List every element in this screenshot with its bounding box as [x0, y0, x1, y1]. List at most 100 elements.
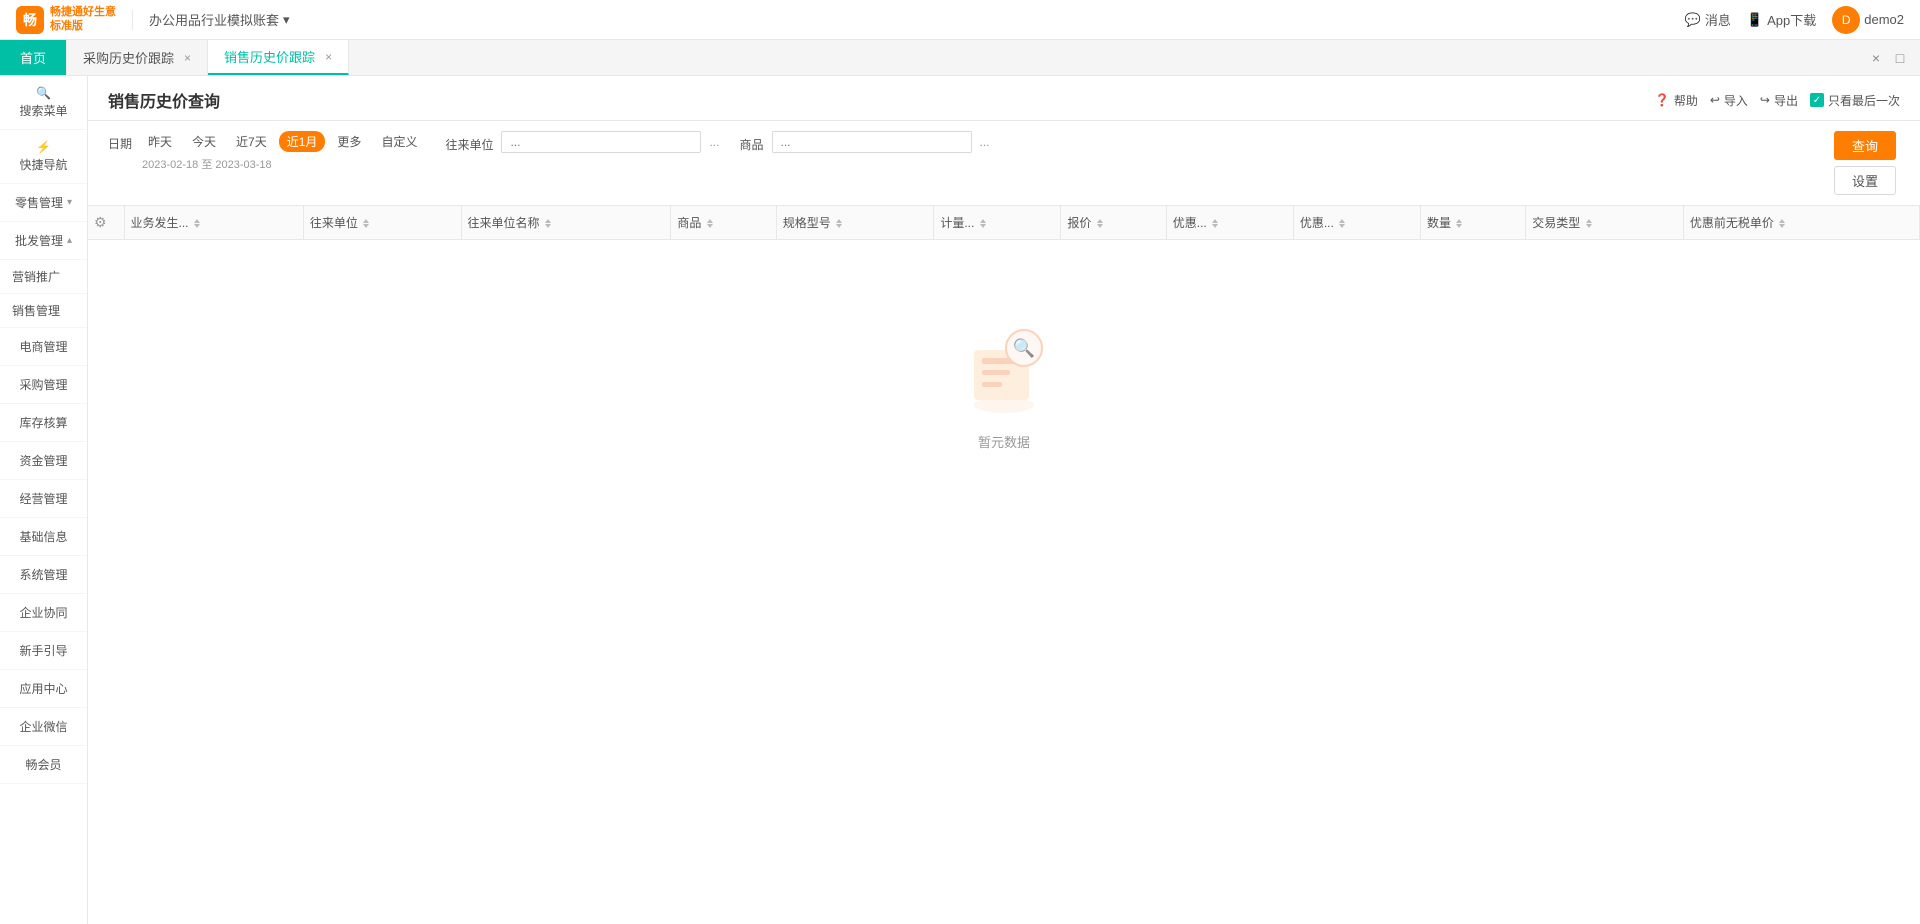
sort-icon-product — [707, 219, 713, 228]
retail-label: 零售管理 — [15, 194, 63, 211]
sidebar-item-guide[interactable]: 新手引导 — [0, 632, 87, 670]
th-spec[interactable]: 规格型号 — [776, 206, 934, 240]
sidebar-item-basic[interactable]: 基础信息 — [0, 518, 87, 556]
workspace-label: 办公用品行业模拟账套 — [149, 10, 279, 29]
empty-illustration: 🔍 — [954, 320, 1054, 420]
app-download-button[interactable]: 📱 App下载 — [1747, 10, 1816, 29]
message-button[interactable]: 💬 消息 — [1685, 10, 1731, 29]
help-icon: ❓ — [1655, 93, 1670, 107]
th-unit[interactable]: 计量... — [934, 206, 1061, 240]
tab-sales-label: 销售历史价跟踪 — [224, 47, 315, 66]
sidebar-item-quicknav[interactable]: ⚡ 快捷导航 — [0, 130, 87, 184]
partner-dots: ... — [709, 135, 719, 149]
date-filter-group: 日期 昨天 今天 近7天 近1月 更多 自定义 2023-02-18 至 202… — [108, 131, 425, 172]
sidebar-item-purchase[interactable]: 采购管理 — [0, 366, 87, 404]
sidebar-item-finance[interactable]: 资金管理 — [0, 442, 87, 480]
chevron-up-icon: ▴ — [67, 235, 72, 246]
workspace-selector[interactable]: 办公用品行业模拟账套 ▾ — [149, 10, 290, 29]
sidebar-item-collab[interactable]: 企业协同 — [0, 594, 87, 632]
user-menu-button[interactable]: D demo2 — [1832, 6, 1904, 34]
product-filter-group: 商品 ... — [739, 131, 989, 153]
sort-icon-partner-code — [363, 219, 369, 228]
logo-icon: 畅 — [16, 6, 44, 34]
sidebar-item-sales[interactable]: 销售管理 — [0, 294, 87, 328]
import-label: 导入 — [1724, 92, 1748, 109]
query-buttons: 查询 设置 — [1834, 131, 1900, 195]
only-last-checkbox[interactable]: ✓ 只看最后一次 — [1810, 92, 1900, 109]
th-qty[interactable]: 数量 — [1420, 206, 1525, 240]
sidebar-sub-wholesale: 营销推广 销售管理 — [0, 260, 87, 328]
empty-text: 暂元数据 — [978, 432, 1030, 451]
content-area: 销售历史价查询 ❓ 帮助 ↩ 导入 ↪ 导出 ✓ 只看最后一次 — [88, 76, 1920, 924]
sort-icon-unit — [980, 219, 986, 228]
sort-icon-qty — [1456, 219, 1462, 228]
topbar-left: 畅 畅捷通好生意 标准版 办公用品行业模拟账套 ▾ — [16, 6, 290, 34]
th-discount1[interactable]: 优惠... — [1166, 206, 1293, 240]
th-quote[interactable]: 报价 — [1061, 206, 1166, 240]
sidebar-search-label: 搜索菜单 — [19, 102, 67, 119]
filter-yesterday[interactable]: 昨天 — [140, 131, 180, 152]
page-header: 销售历史价查询 ❓ 帮助 ↩ 导入 ↪ 导出 ✓ 只看最后一次 — [88, 76, 1920, 121]
chevron-down-icon: ▾ — [283, 12, 290, 28]
table-header-row: ⚙ 业务发生... 往来单位 — [88, 206, 1920, 240]
sidebar-item-marketing[interactable]: 营销推广 — [0, 260, 87, 294]
date-filter-label: 日期 — [108, 131, 132, 152]
import-button[interactable]: ↩ 导入 — [1710, 92, 1748, 109]
sidebar-item-ecommerce[interactable]: 电商管理 — [0, 328, 87, 366]
tab-purchase-label: 采购历史价跟踪 — [83, 48, 174, 67]
data-table: ⚙ 业务发生... 往来单位 — [88, 206, 1920, 240]
settings-button[interactable]: 设置 — [1834, 166, 1896, 195]
th-pretax-price[interactable]: 优惠前无税单价 — [1683, 206, 1919, 240]
th-partner-code[interactable]: 往来单位 — [303, 206, 461, 240]
sidebar-item-retail[interactable]: 零售管理 ▾ — [0, 184, 87, 222]
th-trade-type[interactable]: 交易类型 — [1526, 206, 1684, 240]
query-button[interactable]: 查询 — [1834, 131, 1896, 160]
chevron-down-icon: ▾ — [67, 197, 72, 208]
th-date[interactable]: 业务发生... — [124, 206, 303, 240]
th-discount2[interactable]: 优惠... — [1293, 206, 1420, 240]
ecommerce-label: 电商管理 — [19, 338, 67, 355]
topbar: 畅 畅捷通好生意 标准版 办公用品行业模拟账套 ▾ 💬 消息 📱 App下载 D… — [0, 0, 1920, 40]
help-button[interactable]: ❓ 帮助 — [1655, 92, 1698, 109]
divider — [132, 10, 133, 30]
sidebar-item-system[interactable]: 系统管理 — [0, 556, 87, 594]
sidebar-item-wechat[interactable]: 企业微信 — [0, 708, 87, 746]
th-product[interactable]: 商品 — [671, 206, 776, 240]
tab-sales-history[interactable]: 销售历史价跟踪 × — [208, 40, 349, 75]
filter-custom[interactable]: 自定义 — [373, 131, 425, 152]
export-label: 导出 — [1774, 92, 1798, 109]
message-label: 消息 — [1705, 10, 1731, 29]
sort-icon-partner-name — [545, 219, 551, 228]
main-layout: 🔍 搜索菜单 ⚡ 快捷导航 零售管理 ▾ 批发管理 ▴ 营销推广 销售管理 电商… — [0, 76, 1920, 924]
filter-today[interactable]: 今天 — [184, 131, 224, 152]
window-maximize-button[interactable]: □ — [1892, 50, 1908, 66]
svg-text:🔍: 🔍 — [1013, 336, 1035, 358]
import-icon: ↩ — [1710, 93, 1720, 107]
filter-7days[interactable]: 近7天 — [228, 131, 275, 152]
search-icon: 🔍 — [36, 86, 51, 100]
table-container: ⚙ 业务发生... 往来单位 — [88, 206, 1920, 924]
filter-1month[interactable]: 近1月 — [279, 131, 326, 152]
th-partner-name[interactable]: 往来单位名称 — [461, 206, 671, 240]
tab-sales-close[interactable]: × — [325, 50, 332, 64]
partner-input[interactable] — [501, 131, 701, 153]
product-input[interactable] — [772, 131, 972, 153]
sidebar-item-search[interactable]: 🔍 搜索菜单 — [0, 76, 87, 130]
basic-label: 基础信息 — [19, 528, 67, 545]
help-label: 帮助 — [1674, 92, 1698, 109]
gear-icon[interactable]: ⚙ — [94, 214, 107, 230]
filter-more[interactable]: 更多 — [329, 131, 369, 152]
tab-home[interactable]: 首页 — [0, 40, 67, 75]
export-button[interactable]: ↪ 导出 — [1760, 92, 1798, 109]
sidebar-item-apps[interactable]: 应用中心 — [0, 670, 87, 708]
sidebar-item-member[interactable]: 畅会员 — [0, 746, 87, 784]
sidebar-item-inventory[interactable]: 库存核算 — [0, 404, 87, 442]
wholesale-label: 批发管理 — [15, 232, 63, 249]
tab-purchase-history[interactable]: 采购历史价跟踪 × — [67, 40, 208, 75]
quicknav-icon: ⚡ — [36, 140, 51, 154]
date-filter-buttons: 昨天 今天 近7天 近1月 更多 自定义 — [140, 131, 425, 152]
window-close-button[interactable]: × — [1868, 50, 1884, 66]
tab-purchase-close[interactable]: × — [184, 51, 191, 65]
sidebar-item-operations[interactable]: 经营管理 — [0, 480, 87, 518]
sidebar-item-wholesale[interactable]: 批发管理 ▴ — [0, 222, 87, 260]
